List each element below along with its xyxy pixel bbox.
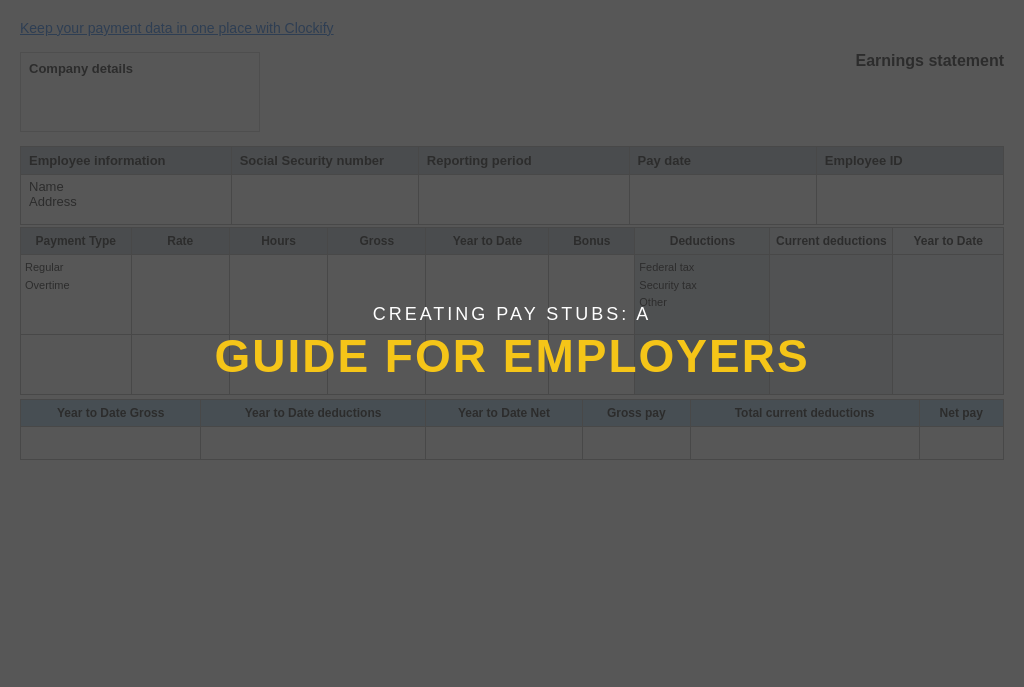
overlay-subtitle: Creating Pay Stubs: A: [373, 304, 652, 325]
overlay: Creating Pay Stubs: A Guide for Employer…: [0, 0, 1024, 687]
overlay-title: Guide for Employers: [214, 329, 809, 383]
